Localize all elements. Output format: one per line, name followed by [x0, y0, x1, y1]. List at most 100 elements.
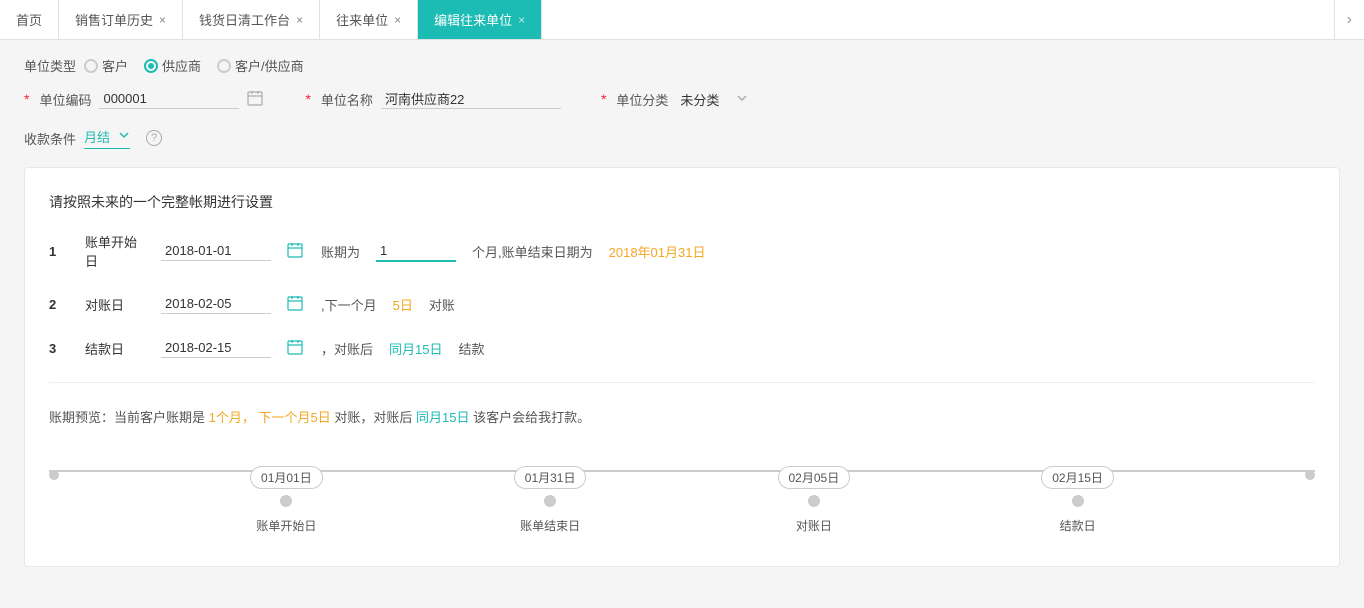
tab-home-label: 首页 [16, 10, 42, 29]
tab-sales-order-history-label: 销售订单历史 [75, 10, 153, 29]
timeline-node-2: 01月31日 账单结束日 [514, 466, 587, 534]
radio-group: 客户 供应商 客户/供应商 [84, 56, 304, 75]
unit-type-group: 单位类型 客户 供应商 客户/供应商 [24, 56, 304, 75]
period-row3-suffix: 结款 [458, 339, 484, 358]
payment-term-help-icon[interactable]: ? [146, 130, 162, 146]
tabs-bar: 首页 销售订单历史 × 钱货日清工作台 × 往来单位 × 编辑往来单位 × › [0, 0, 1364, 40]
timeline-node-2-label: 账单结束日 [520, 517, 580, 534]
unit-code-required: * [24, 91, 29, 107]
radio-supplier[interactable]: 供应商 [144, 56, 201, 75]
tab-cash-work-close[interactable]: × [296, 13, 303, 27]
tab-edit-partner-close[interactable]: × [518, 13, 525, 27]
period-label-payment: 结款日 [85, 339, 145, 358]
payment-term-row: 收款条件 月结 ? [24, 127, 1340, 149]
unit-name-group: * 单位名称 [305, 89, 560, 109]
period-row1-suffix: 个月,账单结束日期为 [472, 242, 593, 261]
payment-term-group: 收款条件 月结 ? [24, 127, 162, 149]
tab-cash-work[interactable]: 钱货日清工作台 × [183, 0, 320, 39]
timeline-node-4-badge: 02月15日 [1041, 466, 1114, 489]
radio-supplier-circle [144, 59, 158, 73]
timeline-node-4: 02月15日 结款日 [1041, 466, 1114, 534]
timeline-node-2-badge: 01月31日 [514, 466, 587, 489]
main-content: 单位类型 客户 供应商 客户/供应商 * 单位编码 [0, 40, 1364, 608]
start-dot-circle [49, 470, 59, 480]
period-label-account-start: 账单开始日 [85, 232, 145, 270]
timeline-node-1: 01月01日 账单开始日 [250, 466, 323, 534]
account-start-cal-icon[interactable] [287, 242, 305, 260]
unit-name-input[interactable] [381, 89, 561, 109]
unit-category-dropdown-icon[interactable] [735, 91, 749, 108]
radio-supplier-label: 供应商 [162, 56, 201, 75]
timeline-node-1-badge: 01月01日 [250, 466, 323, 489]
radio-both-label: 客户/供应商 [235, 56, 304, 75]
radio-both[interactable]: 客户/供应商 [217, 56, 304, 75]
tab-sales-order-history-close[interactable]: × [159, 13, 166, 27]
payment-term-select[interactable]: 月结 [84, 127, 130, 149]
payment-date-input[interactable] [161, 338, 271, 358]
period-row2-suffix: 对账 [429, 295, 455, 314]
period-num-3: 3 [49, 341, 69, 356]
tab-edit-partner-label: 编辑往来单位 [434, 10, 512, 29]
timeline: 01月01日 账单开始日 01月31日 账单结束日 02月05日 对账日 [49, 450, 1315, 542]
unit-code-group: * 单位编码 [24, 89, 265, 109]
period-months-input[interactable] [376, 241, 456, 262]
tab-partner-close[interactable]: × [394, 13, 401, 27]
unit-code-input[interactable] [99, 89, 239, 109]
unit-type-label: 单位类型 [24, 56, 76, 75]
timeline-end-dot [1305, 466, 1315, 480]
preview-part1: 1个月， [209, 410, 255, 425]
tab-partner[interactable]: 往来单位 × [320, 0, 418, 39]
reconcile-date-input[interactable] [161, 294, 271, 314]
period-row-1: 1 账单开始日 账期为 个月,账单结束日期为 2018年01月31日 [49, 232, 1315, 270]
preview-end: 该客户会给我打款。 [473, 410, 590, 425]
period-row1-prefix: 账期为 [321, 242, 360, 261]
radio-customer-label: 客户 [102, 56, 128, 75]
card-instruction: 请按照未来的一个完整帐期进行设置 [49, 192, 1315, 212]
account-start-date-input[interactable] [161, 241, 271, 261]
timeline-node-3: 02月05日 对账日 [778, 466, 851, 534]
payment-cal-icon[interactable] [287, 339, 305, 357]
tab-edit-partner[interactable]: 编辑往来单位 × [418, 0, 542, 39]
payment-term-label: 收款条件 [24, 129, 76, 148]
card-divider [49, 382, 1315, 383]
preview-middle: 对账，对账后 [334, 410, 412, 425]
reconcile-cal-icon[interactable] [287, 295, 305, 313]
timeline-nodes: 01月01日 账单开始日 01月31日 账单结束日 02月05日 对账日 [49, 466, 1315, 534]
unit-category-label: 单位分类 [616, 90, 668, 109]
timeline-node-3-circle [808, 495, 820, 507]
radio-customer-circle [84, 59, 98, 73]
period-label-reconcile: 对账日 [85, 295, 145, 314]
timeline-node-2-circle [544, 495, 556, 507]
period-num-1: 1 [49, 244, 69, 259]
tab-more-button[interactable]: › [1334, 0, 1364, 39]
unit-code-label: 单位编码 [39, 90, 91, 109]
tab-sales-order-history[interactable]: 销售订单历史 × [59, 0, 183, 39]
radio-customer[interactable]: 客户 [84, 56, 128, 75]
reconcile-day-highlight: 5日 [393, 295, 413, 314]
period-end-date-highlight: 2018年01月31日 [609, 242, 706, 261]
timeline-node-4-label: 结款日 [1060, 517, 1096, 534]
period-row3-prefix: ，对账后 [321, 339, 373, 358]
period-num-2: 2 [49, 297, 69, 312]
unit-code-icon[interactable] [247, 90, 265, 108]
payment-term-dropdown-icon [118, 129, 130, 144]
tab-cash-work-label: 钱货日清工作台 [199, 10, 290, 29]
tab-home[interactable]: 首页 [0, 0, 59, 39]
tab-partner-label: 往来单位 [336, 10, 388, 29]
timeline-node-1-circle [280, 495, 292, 507]
preview-label: 账期预览：当前客户账期是 [49, 410, 205, 425]
preview-part2: 下一个月5日 [259, 410, 331, 425]
preview-part3: 同月15日 [416, 410, 469, 425]
period-settings-card: 请按照未来的一个完整帐期进行设置 1 账单开始日 账期为 个月,账单结束日期为 … [24, 167, 1340, 567]
unit-name-required: * [305, 91, 310, 107]
radio-both-circle [217, 59, 231, 73]
unit-category-required: * [601, 91, 606, 107]
timeline-node-3-label: 对账日 [796, 517, 832, 534]
end-dot-circle [1305, 470, 1315, 480]
period-row-3: 3 结款日 ，对账后 同月15日 结款 [49, 338, 1315, 358]
unit-type-row: 单位类型 客户 供应商 客户/供应商 [24, 56, 1340, 75]
timeline-node-1-label: 账单开始日 [256, 517, 316, 534]
unit-category-value: 未分类 [680, 90, 719, 109]
period-row-2: 2 对账日 ,下一个月 5日 对账 [49, 294, 1315, 314]
period-row2-prefix: ,下一个月 [321, 295, 377, 314]
